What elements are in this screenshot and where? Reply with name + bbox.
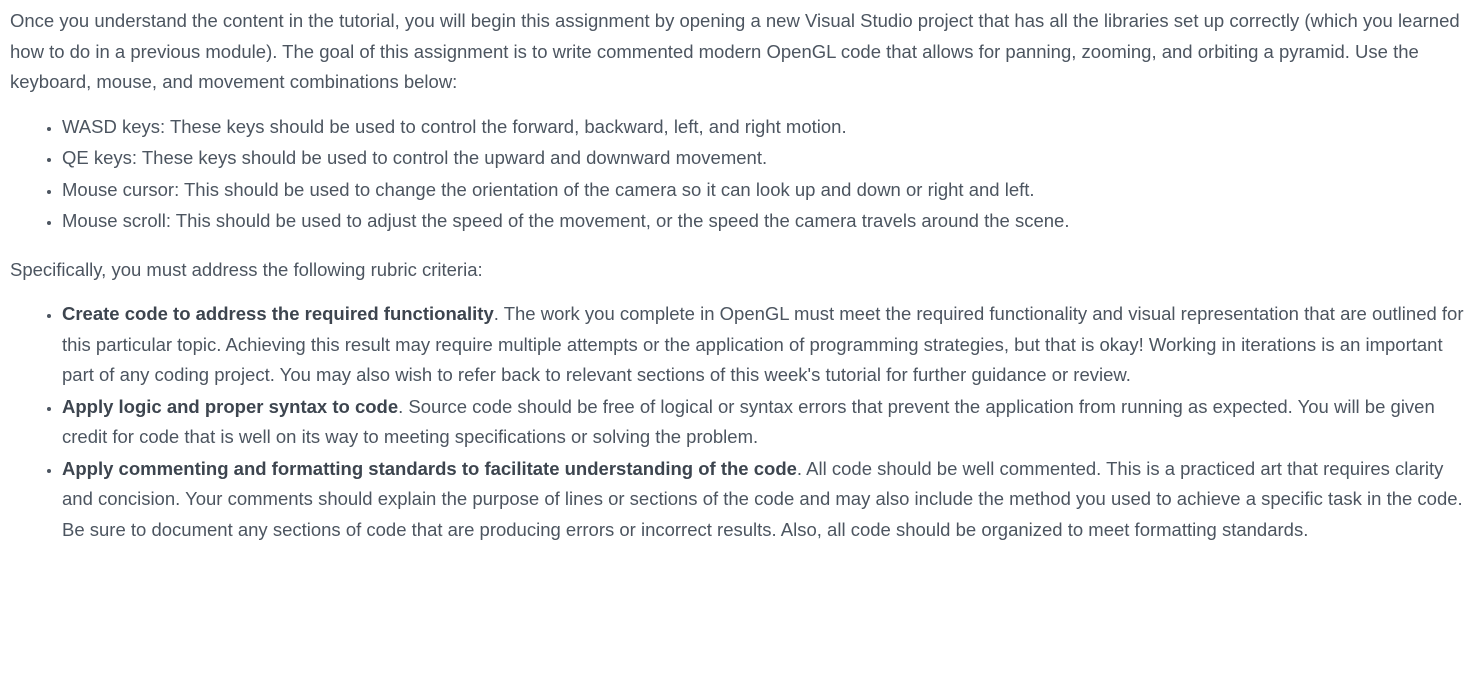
- rubric-intro: Specifically, you must address the follo…: [10, 255, 1468, 286]
- rubric-bold: Apply logic and proper syntax to code: [62, 396, 398, 417]
- list-item: Create code to address the required func…: [62, 299, 1468, 391]
- rubric-bold: Create code to address the required func…: [62, 303, 494, 324]
- list-item: Apply logic and proper syntax to code. S…: [62, 392, 1468, 453]
- intro-paragraph: Once you understand the content in the t…: [10, 6, 1468, 98]
- rubric-list: Create code to address the required func…: [10, 299, 1468, 545]
- list-item: Mouse cursor: This should be used to cha…: [62, 175, 1468, 206]
- list-item: Apply commenting and formatting standard…: [62, 454, 1468, 546]
- list-item: QE keys: These keys should be used to co…: [62, 143, 1468, 174]
- list-item: WASD keys: These keys should be used to …: [62, 112, 1468, 143]
- controls-list: WASD keys: These keys should be used to …: [10, 112, 1468, 237]
- rubric-bold: Apply commenting and formatting standard…: [62, 458, 797, 479]
- list-item: Mouse scroll: This should be used to adj…: [62, 206, 1468, 237]
